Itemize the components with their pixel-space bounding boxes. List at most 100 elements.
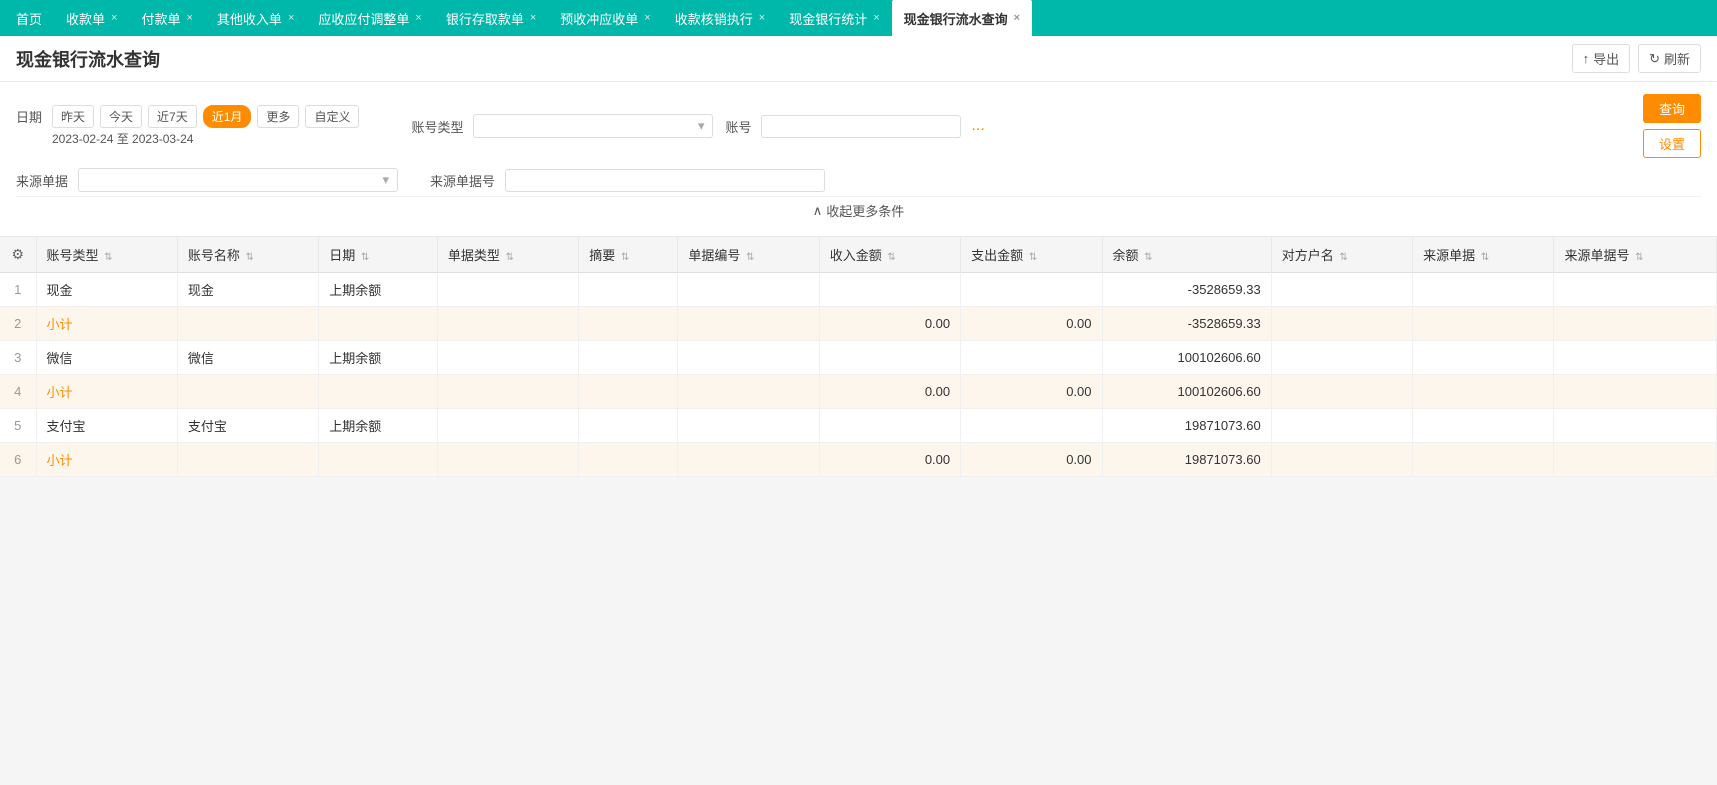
- cell-doc-type: [437, 307, 578, 341]
- cell-doc-type: [437, 443, 578, 477]
- cell-account-type: 小计: [36, 307, 177, 341]
- cell-doc-no: [678, 409, 819, 443]
- date-btn-today[interactable]: 今天: [100, 105, 142, 128]
- account-input[interactable]: [761, 115, 961, 138]
- table-row[interactable]: 1现金现金上期余额-3528659.33: [0, 273, 1717, 307]
- sort-icon[interactable]: ⇅: [746, 252, 754, 263]
- cell-balance: -3528659.33: [1102, 307, 1271, 341]
- source-doc-no-input[interactable]: [505, 169, 825, 192]
- table-row[interactable]: 4小计0.000.00100102606.60: [0, 375, 1717, 409]
- col-balance-label: 余额: [1113, 248, 1139, 263]
- nav-home-label: 首页: [16, 9, 42, 28]
- sort-icon[interactable]: ⇅: [361, 252, 369, 263]
- nav-tab-qitasr[interactable]: 其他收入单 ×: [205, 0, 306, 36]
- table-row[interactable]: 2小计0.000.00-3528659.33: [0, 307, 1717, 341]
- collapse-bar[interactable]: ∧ 收起更多条件: [16, 196, 1701, 224]
- cell-account-name: 支付宝: [177, 409, 318, 443]
- nav-tab-yschong[interactable]: 预收冲应收单 ×: [548, 0, 662, 36]
- close-icon[interactable]: ×: [644, 12, 650, 24]
- close-icon[interactable]: ×: [873, 12, 879, 24]
- more-options-icon[interactable]: ...: [967, 117, 988, 135]
- nav-home[interactable]: 首页: [4, 0, 54, 36]
- col-expense-label: 支出金额: [971, 248, 1023, 263]
- row-number: 2: [0, 307, 36, 341]
- sort-icon[interactable]: ⇅: [887, 252, 895, 263]
- col-income-label: 收入金额: [830, 248, 882, 263]
- cell-balance: 19871073.60: [1102, 409, 1271, 443]
- sort-icon[interactable]: ⇅: [1144, 252, 1152, 263]
- date-btn-custom[interactable]: 自定义: [305, 105, 359, 128]
- gear-icon[interactable]: ⚙: [11, 246, 24, 262]
- settings-button[interactable]: 设置: [1643, 129, 1701, 158]
- cell-account-type: 支付宝: [36, 409, 177, 443]
- cell-date: [319, 307, 438, 341]
- cell-account-name: 现金: [177, 273, 318, 307]
- cell-income: 0.00: [819, 443, 960, 477]
- close-icon[interactable]: ×: [415, 12, 421, 24]
- cell-doc-type: [437, 341, 578, 375]
- sort-icon[interactable]: ⇅: [1635, 252, 1643, 263]
- refresh-button[interactable]: ↻ 刷新: [1638, 44, 1701, 73]
- cell-date: 上期余额: [319, 341, 438, 375]
- date-btn-more[interactable]: 更多: [257, 105, 299, 128]
- cell-date: [319, 443, 438, 477]
- nav-tab-label: 现金银行统计: [789, 9, 867, 28]
- sort-icon[interactable]: ⇅: [104, 252, 112, 263]
- nav-tab-xjyhls[interactable]: 现金银行流水查询 ×: [892, 0, 1032, 36]
- nav-tab-label: 收款单: [66, 9, 105, 28]
- col-counterparty: 对方户名 ⇅: [1271, 237, 1412, 273]
- date-btn-1month[interactable]: 近1月: [203, 105, 252, 128]
- chevron-down-icon: ▾: [698, 118, 705, 134]
- nav-tab-fukuandan[interactable]: 付款单 ×: [129, 0, 204, 36]
- cell-balance: 19871073.60: [1102, 443, 1271, 477]
- col-date-label: 日期: [329, 248, 355, 263]
- date-btn-yesterday[interactable]: 昨天: [52, 105, 94, 128]
- table-row[interactable]: 5支付宝支付宝上期余额19871073.60: [0, 409, 1717, 443]
- cell-source-doc-no: [1554, 273, 1717, 307]
- sort-icon[interactable]: ⇅: [246, 252, 254, 263]
- close-icon[interactable]: ×: [759, 12, 765, 24]
- cell-expense: 0.00: [961, 443, 1102, 477]
- page-header: 现金银行流水查询 ↑ 导出 ↻ 刷新: [0, 36, 1717, 82]
- cell-income: [819, 273, 960, 307]
- col-account-name: 账号名称 ⇅: [177, 237, 318, 273]
- row-number: 4: [0, 375, 36, 409]
- sort-icon[interactable]: ⇅: [621, 252, 629, 263]
- nav-tab-xjyhtj[interactable]: 现金银行统计 ×: [777, 0, 891, 36]
- nav-tab-yhcq[interactable]: 银行存取款单 ×: [434, 0, 548, 36]
- date-label: 日期: [16, 107, 42, 126]
- nav-tab-shoukuandan[interactable]: 收款单 ×: [54, 0, 129, 36]
- account-type-select[interactable]: ▾: [473, 114, 713, 138]
- close-icon[interactable]: ×: [1014, 12, 1020, 24]
- cell-income: [819, 409, 960, 443]
- sort-icon[interactable]: ⇅: [1029, 252, 1037, 263]
- sort-icon[interactable]: ⇅: [1481, 252, 1489, 263]
- nav-tab-ysyf[interactable]: 应收应付调整单 ×: [306, 0, 433, 36]
- close-icon[interactable]: ×: [288, 12, 294, 24]
- cell-counterparty: [1271, 273, 1412, 307]
- cell-account-type: 小计: [36, 375, 177, 409]
- cell-account-name: [177, 443, 318, 477]
- table-row[interactable]: 3微信微信上期余额100102606.60: [0, 341, 1717, 375]
- cell-doc-no: [678, 341, 819, 375]
- cell-summary: [579, 409, 678, 443]
- close-icon[interactable]: ×: [111, 12, 117, 24]
- close-icon[interactable]: ×: [530, 12, 536, 24]
- col-doc-no-label: 单据编号: [688, 248, 740, 263]
- cell-doc-no: [678, 375, 819, 409]
- close-icon[interactable]: ×: [186, 12, 192, 24]
- query-button[interactable]: 查询: [1643, 94, 1701, 123]
- export-button[interactable]: ↑ 导出: [1572, 44, 1631, 73]
- table-row[interactable]: 6小计0.000.0019871073.60: [0, 443, 1717, 477]
- cell-doc-no: [678, 307, 819, 341]
- sort-icon[interactable]: ⇅: [1339, 252, 1347, 263]
- nav-tab-hxzx[interactable]: 收款核销执行 ×: [663, 0, 777, 36]
- sort-icon[interactable]: ⇅: [506, 252, 514, 263]
- cell-source-doc-no: [1554, 375, 1717, 409]
- cell-doc-type: [437, 273, 578, 307]
- nav-tab-label: 其他收入单: [217, 9, 282, 28]
- cell-summary: [579, 443, 678, 477]
- source-doc-select[interactable]: ▾: [78, 168, 398, 192]
- source-doc-label: 来源单据: [16, 171, 68, 190]
- date-btn-7days[interactable]: 近7天: [148, 105, 197, 128]
